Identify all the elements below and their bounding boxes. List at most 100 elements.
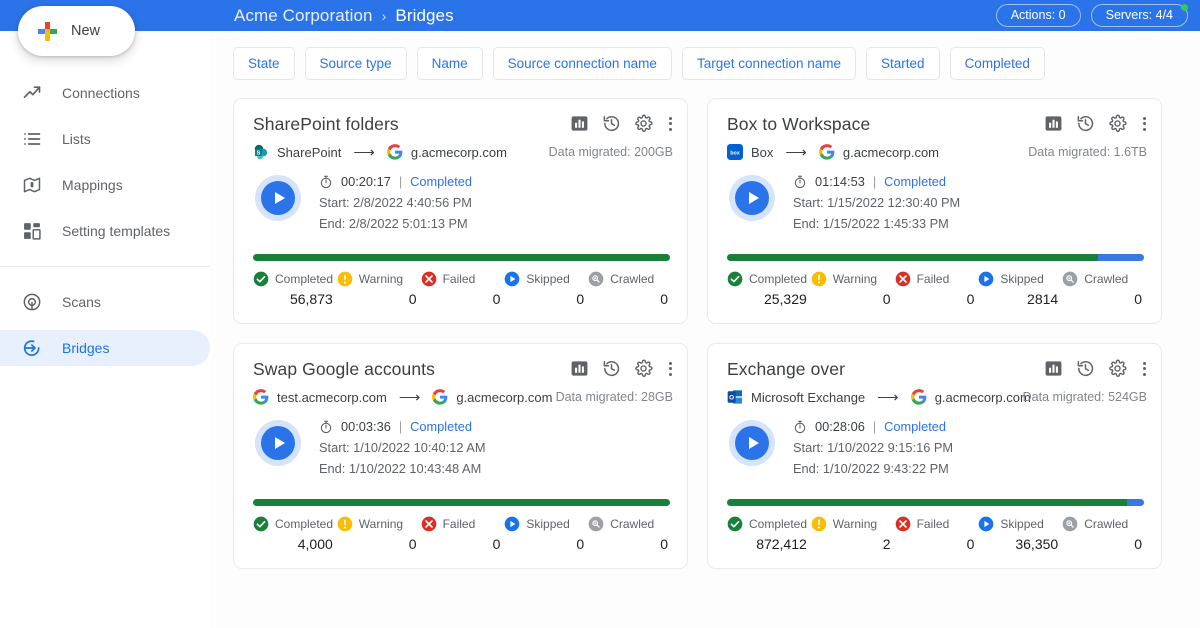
stat-value: 56,873 (289, 291, 333, 307)
google-icon (432, 389, 448, 405)
data-migrated-label: Data migrated: 524GB (1022, 390, 1147, 404)
bridge-card[interactable]: Box to Workspace box Box ⟶ g.acmecorp.co… (707, 98, 1162, 324)
kebab-menu-icon[interactable] (669, 360, 673, 378)
chart-icon[interactable] (1044, 359, 1063, 378)
history-icon[interactable] (602, 114, 621, 133)
filter-chip-source-connection-name[interactable]: Source connection name (492, 47, 672, 80)
run-duration: 00:03:36 (341, 419, 391, 434)
chart-icon[interactable] (570, 114, 589, 133)
filter-chip-started[interactable]: Started (866, 47, 940, 80)
card-action-group (1044, 114, 1147, 133)
progress-completed-segment (253, 499, 670, 506)
kebab-menu-icon[interactable] (669, 115, 673, 133)
sidebar-item-bridges[interactable]: Bridges (0, 330, 210, 366)
new-button[interactable]: New (18, 6, 135, 56)
card-run-row: 00:03:36 | Completed Start: 1/10/2022 10… (253, 419, 670, 476)
stat-failed: Failed 0 (895, 271, 979, 307)
card-stats-row: Completed 872,412 Warning 2 Failed 0 Ski… (727, 516, 1146, 552)
progress-completed-segment (253, 254, 670, 261)
run-state-badge[interactable]: Completed (884, 174, 946, 189)
gear-icon[interactable] (634, 359, 653, 378)
servers-pill[interactable]: Servers: 4/4 (1090, 4, 1188, 27)
filter-chip-source-type[interactable]: Source type (304, 47, 407, 80)
run-bridge-button[interactable] (729, 420, 775, 466)
stat-label: Failed (916, 272, 950, 286)
filter-chip-target-connection-name[interactable]: Target connection name (681, 47, 857, 80)
kebab-menu-icon[interactable] (1143, 115, 1147, 133)
filter-chip-state[interactable]: State (233, 47, 295, 80)
skipped-play-icon (979, 516, 994, 532)
stat-warning: Warning 2 (811, 516, 895, 552)
run-info: 00:03:36 | Completed Start: 1/10/2022 10… (319, 419, 485, 476)
run-state-badge[interactable]: Completed (884, 419, 946, 434)
dashboard-icon (24, 223, 41, 240)
history-icon[interactable] (1076, 359, 1095, 378)
stat-head: Completed (253, 271, 337, 287)
failed-x-icon (895, 516, 910, 532)
breadcrumb: Acme Corporation › Bridges (234, 0, 454, 31)
stat-value: 0 (1134, 536, 1142, 552)
stat-label: Crawled (1084, 517, 1129, 531)
run-separator: | (872, 419, 877, 434)
sidebar-item-lists[interactable]: Lists (0, 121, 210, 157)
history-icon[interactable] (602, 359, 621, 378)
google-icon (386, 144, 403, 160)
completed-check-icon (253, 271, 269, 287)
kebab-menu-icon[interactable] (1143, 360, 1147, 378)
stat-skipped: Skipped 0 (504, 516, 588, 552)
run-bridge-button[interactable] (729, 175, 775, 221)
bridge-card[interactable]: SharePoint folders S SharePoint ⟶ g.acme… (233, 98, 688, 324)
sidebar-item-scans[interactable]: Scans (0, 284, 210, 320)
bridge-card[interactable]: Exchange over O Microsoft Exchange ⟶ g.a… (707, 343, 1162, 569)
stat-crawled: Crawled 0 (588, 271, 672, 307)
gear-icon[interactable] (1108, 359, 1127, 378)
sidebar-item-connections[interactable]: Connections (0, 75, 210, 111)
card-stats-row: Completed 4,000 Warning 0 Failed 0 Skipp… (253, 516, 672, 552)
filter-chip-name[interactable]: Name (416, 47, 483, 80)
stat-head: Skipped (978, 271, 1062, 287)
chart-icon[interactable] (1044, 114, 1063, 133)
scan-icon (23, 293, 41, 311)
arrow-right-icon: ⟶ (353, 144, 375, 161)
bridge-card[interactable]: Swap Google accounts test.acmecorp.com ⟶… (233, 343, 688, 569)
stat-label: Failed (442, 517, 476, 531)
run-bridge-button[interactable] (255, 175, 301, 221)
progress-bar (727, 254, 1144, 261)
chart-icon[interactable] (570, 359, 589, 378)
sidebar-item-mappings[interactable]: Mappings (0, 167, 210, 203)
stat-head: Crawled (588, 516, 672, 532)
breadcrumb-current[interactable]: Bridges (395, 6, 453, 26)
sidebar: New Connections Lists Mappings Setting t… (0, 6, 210, 628)
filter-chip-row: State Source type Name Source connection… (210, 31, 1200, 80)
gear-icon[interactable] (1108, 114, 1127, 133)
stat-label: Failed (916, 517, 950, 531)
run-state-badge[interactable]: Completed (410, 174, 472, 189)
run-state-badge[interactable]: Completed (410, 419, 472, 434)
progress-bar (253, 499, 670, 506)
stat-warning: Warning 0 (811, 271, 895, 307)
sidebar-item-setting-templates[interactable]: Setting templates (0, 213, 210, 249)
run-bridge-button[interactable] (255, 420, 301, 466)
stat-head: Skipped (978, 516, 1062, 532)
gear-icon[interactable] (634, 114, 653, 133)
topbar-status-group: Actions: 0 Servers: 4/4 (995, 0, 1188, 31)
stat-label: Failed (442, 272, 476, 286)
timer-icon (320, 420, 332, 433)
progress-completed-segment (727, 499, 1128, 506)
stat-value: 0 (492, 291, 501, 307)
sidebar-item-label: Connections (62, 85, 140, 101)
stat-head: Skipped (504, 271, 588, 287)
history-icon[interactable] (1076, 114, 1095, 133)
stat-value: 0 (408, 291, 417, 307)
card-action-group (570, 114, 673, 133)
run-summary: 00:03:36 | Completed (319, 419, 485, 434)
stat-head: Crawled (588, 271, 672, 287)
stat-value: 0 (408, 536, 417, 552)
arrow-right-icon: ⟶ (785, 144, 807, 161)
filter-chip-completed[interactable]: Completed (949, 47, 1045, 80)
stat-failed: Failed 0 (895, 516, 979, 552)
server-status-dot-icon (1181, 4, 1188, 11)
card-stats-row: Completed 56,873 Warning 0 Failed 0 Skip… (253, 271, 672, 307)
breadcrumb-org[interactable]: Acme Corporation (234, 6, 373, 26)
actions-pill[interactable]: Actions: 0 (995, 4, 1081, 27)
